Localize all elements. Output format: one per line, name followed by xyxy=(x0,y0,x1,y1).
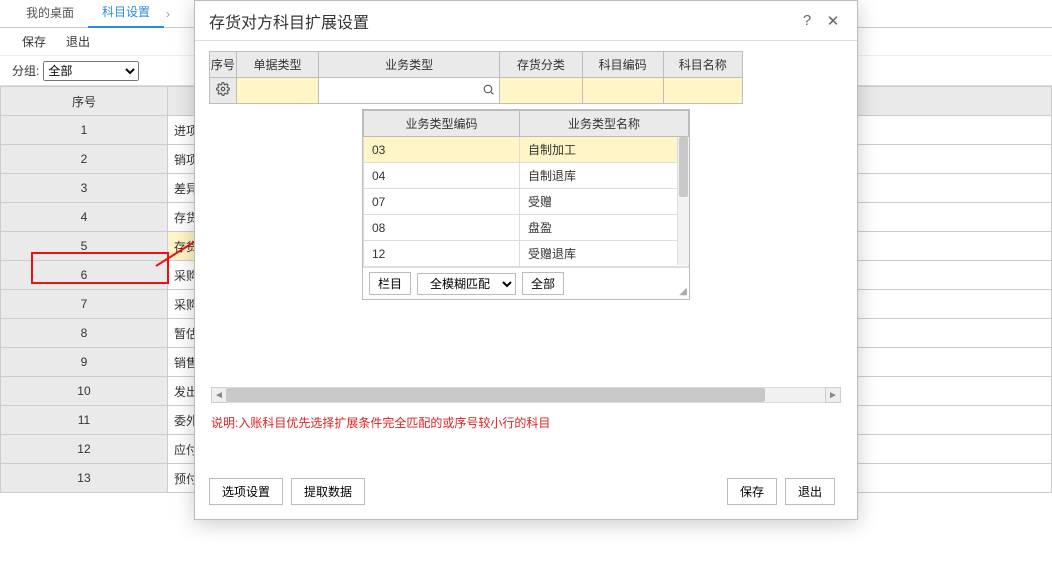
group-select[interactable]: 全部 xyxy=(43,61,139,81)
filter-inventory-class[interactable] xyxy=(500,78,582,104)
popup-col-code[interactable]: 业务类型编码 xyxy=(364,111,520,137)
scroll-right-icon[interactable]: ► xyxy=(825,387,841,403)
tab-subject-setup[interactable]: 科目设置 xyxy=(88,0,164,28)
fetch-data-button[interactable]: 提取数据 xyxy=(291,478,365,505)
biz-code: 04 xyxy=(364,163,520,189)
dialog-titlebar: 存货对方科目扩展设置 ? ✕ xyxy=(195,1,857,41)
biz-code: 03 xyxy=(364,137,520,163)
row-seq: 7 xyxy=(1,290,168,319)
list-item[interactable]: 04自制退库 xyxy=(364,163,689,189)
popup-scroll-thumb[interactable] xyxy=(679,137,688,197)
close-icon[interactable]: ✕ xyxy=(823,11,843,31)
group-label: 分组: xyxy=(12,62,39,79)
scroll-track[interactable] xyxy=(227,387,825,403)
criteria-table: 序号 单据类型 业务类型 存货分类 科目编码 科目名称 xyxy=(209,51,743,104)
gear-icon[interactable] xyxy=(210,78,237,104)
row-seq: 10 xyxy=(1,377,168,406)
search-icon[interactable] xyxy=(482,83,495,99)
popup-scrollbar[interactable] xyxy=(677,137,689,265)
filter-subject-code[interactable] xyxy=(582,78,663,104)
row-seq: 6 xyxy=(1,261,168,290)
options-button[interactable]: 选项设置 xyxy=(209,478,283,505)
resize-grip-icon[interactable]: ◢ xyxy=(679,286,687,297)
row-seq: 8 xyxy=(1,319,168,348)
column-button[interactable]: 栏目 xyxy=(369,272,411,295)
row-seq: 2 xyxy=(1,145,168,174)
tab-desktop[interactable]: 我的桌面 xyxy=(12,0,88,27)
list-item[interactable]: 03自制加工 xyxy=(364,137,689,163)
biz-name: 受赠 xyxy=(520,189,689,215)
col-biz-type[interactable]: 业务类型 xyxy=(319,52,500,78)
popup-col-name[interactable]: 业务类型名称 xyxy=(520,111,689,137)
row-seq: 11 xyxy=(1,406,168,435)
row-seq: 13 xyxy=(1,464,168,493)
row-seq: 12 xyxy=(1,435,168,464)
col-seq-header: 序号 xyxy=(210,52,237,78)
scroll-left-icon[interactable]: ◄ xyxy=(211,387,227,403)
match-mode-select[interactable]: 全模糊匹配 xyxy=(417,273,516,295)
row-seq: 9 xyxy=(1,348,168,377)
biz-name: 受赠退库 xyxy=(520,241,689,267)
instruction-text: 说明:入账科目优先选择扩展条件完全匹配的或序号较小行的科目 xyxy=(211,414,550,431)
list-item[interactable]: 07受赠 xyxy=(364,189,689,215)
col-subject-name[interactable]: 科目名称 xyxy=(663,52,742,78)
filter-subject-name[interactable] xyxy=(663,78,742,104)
list-item[interactable]: 08盘盈 xyxy=(364,215,689,241)
biz-type-dropdown: 业务类型编码 业务类型名称 03自制加工04自制退库07受赠08盘盈12受赠退库… xyxy=(362,109,690,300)
dialog-title: 存货对方科目扩展设置 xyxy=(209,9,791,33)
col-subject-code[interactable]: 科目编码 xyxy=(582,52,663,78)
biz-name: 自制加工 xyxy=(520,137,689,163)
col-inventory-class[interactable]: 存货分类 xyxy=(500,52,582,78)
biz-code: 07 xyxy=(364,189,520,215)
dialog-extended-subject: 存货对方科目扩展设置 ? ✕ 序号 单据类型 业务类型 存货分类 科目编码 科目… xyxy=(194,0,858,520)
scroll-thumb[interactable] xyxy=(227,388,765,402)
horizontal-scrollbar[interactable]: ◄ ► xyxy=(211,387,841,403)
exit-button[interactable]: 退出 xyxy=(785,478,835,505)
biz-name: 自制退库 xyxy=(520,163,689,189)
dialog-body: 序号 单据类型 业务类型 存货分类 科目编码 科目名称 xyxy=(195,41,857,461)
chevron-right-icon: › xyxy=(166,7,170,21)
popup-footer: 栏目 全模糊匹配 全部 ◢ xyxy=(363,267,689,299)
col-bill-type[interactable]: 单据类型 xyxy=(236,52,318,78)
biz-code: 08 xyxy=(364,215,520,241)
exit-action[interactable]: 退出 xyxy=(56,31,100,52)
save-button[interactable]: 保存 xyxy=(727,478,777,505)
filter-biz-type[interactable] xyxy=(319,78,500,104)
row-seq: 1 xyxy=(1,116,168,145)
list-item[interactable]: 12受赠退库 xyxy=(364,241,689,267)
row-seq: 5 xyxy=(1,232,168,261)
save-action[interactable]: 保存 xyxy=(12,31,56,52)
row-seq: 3 xyxy=(1,174,168,203)
filter-bill-type[interactable] xyxy=(236,78,318,104)
biz-code: 12 xyxy=(364,241,520,267)
biz-name: 盘盈 xyxy=(520,215,689,241)
help-icon[interactable]: ? xyxy=(797,11,817,31)
dialog-footer: 选项设置 提取数据 保存 退出 xyxy=(209,478,843,505)
row-seq: 4 xyxy=(1,203,168,232)
all-button[interactable]: 全部 xyxy=(522,272,564,295)
col-seq: 序号 xyxy=(1,87,168,116)
biz-type-search-input[interactable] xyxy=(323,82,482,100)
